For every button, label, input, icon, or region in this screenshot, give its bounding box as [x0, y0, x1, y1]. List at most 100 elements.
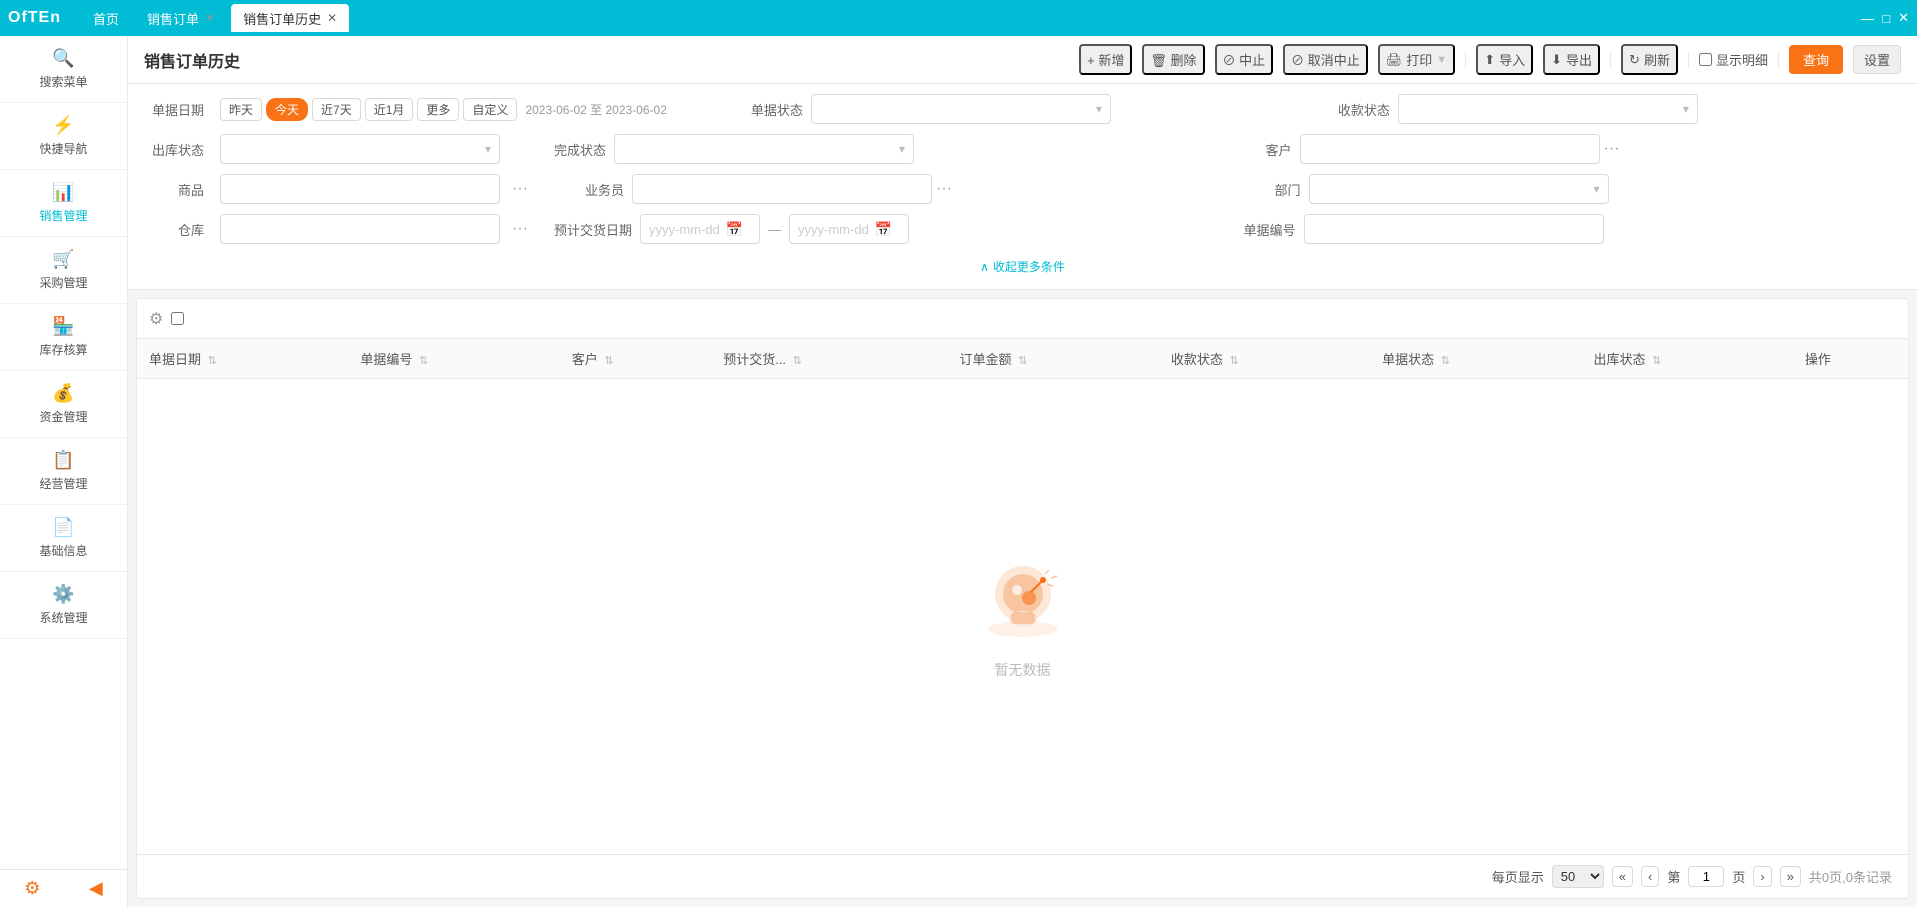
display-detail-checkbox[interactable] [1699, 53, 1712, 66]
customer-input[interactable] [1300, 134, 1600, 164]
import-icon: ⬆ [1484, 52, 1495, 68]
sidebar-item-system[interactable]: ⚙️ 系统管理 [0, 572, 127, 639]
print-btn[interactable]: 🖨 🖨 打印 打印 ▼ [1378, 44, 1455, 75]
toolbar: + 新增 🗑 删除 ⊘ 中止 ⊘ 取消中止 🖨 🖨 打印 打印 ▼ ⬆ 导入 ⬇… [1079, 44, 1901, 75]
prev-page-btn[interactable]: ‹ [1641, 866, 1659, 887]
customer-dots-btn[interactable]: ··· [1604, 140, 1620, 158]
delivery-start-input[interactable]: yyyy-mm-dd 📅 [640, 214, 760, 244]
page-total: 共0页,0条记录 [1809, 867, 1892, 886]
salesman-dots-btn[interactable]: ··· [936, 180, 952, 198]
warehouse-input[interactable] [220, 214, 500, 244]
col-amount: 订单金额 ⇅ [947, 339, 1158, 379]
goods-input[interactable] [220, 174, 500, 204]
refresh-btn[interactable]: ↻ 刷新 [1621, 44, 1678, 75]
outbound-label: 出库状态 [144, 140, 204, 159]
sidebar-item-quicknav-label: 快捷导航 [39, 140, 87, 157]
export-btn[interactable]: ⬇ 导出 [1543, 44, 1600, 75]
sort-delivery-icon[interactable]: ⇅ [793, 355, 802, 367]
sidebar-settings-btn[interactable]: ⚙ [24, 878, 40, 899]
sidebar-item-sales-label: 销售管理 [39, 207, 87, 224]
sidebar-item-search[interactable]: 🔍 搜索菜单 [0, 36, 127, 103]
date-btn-more[interactable]: 更多 [417, 98, 459, 121]
sidebar-item-purchase[interactable]: 🛒 采购管理 [0, 237, 127, 304]
goods-dots-btn[interactable]: ··· [512, 180, 528, 198]
sidebar-item-operations[interactable]: 📋 经营管理 [0, 438, 127, 505]
date-group: 昨天 今天 近7天 近1月 更多 自定义 2023-06-02 至 2023-0… [220, 98, 667, 121]
dept-chevron-icon: ▾ [1593, 182, 1599, 196]
brand-logo: OfTEn [8, 9, 61, 27]
page-size-select[interactable]: 50 10 20 100 [1552, 865, 1604, 888]
salesman-input[interactable] [632, 174, 932, 204]
sidebar-item-basic[interactable]: 📄 基础信息 [0, 505, 127, 572]
date-btn-today[interactable]: 今天 [266, 98, 308, 121]
sidebar-item-inventory-label: 库存核算 [39, 341, 87, 358]
date-btn-custom[interactable]: 自定义 [463, 98, 517, 121]
cancel-stop-btn[interactable]: ⊘ 取消中止 [1283, 44, 1368, 75]
sidebar-item-sales[interactable]: 📊 销售管理 [0, 170, 127, 237]
pagination: 每页显示 50 10 20 100 « ‹ 第 页 › » 共0页,0条记录 [137, 854, 1908, 898]
content-area: 销售订单历史 + 新增 🗑 删除 ⊘ 中止 ⊘ 取消中止 🖨 🖨 打印 打印 ▼… [128, 36, 1917, 907]
warehouse-dots-btn[interactable]: ··· [512, 220, 528, 238]
sort-payment-icon[interactable]: ⇅ [1229, 355, 1238, 367]
sort-customer-icon[interactable]: ⇅ [604, 355, 613, 367]
query-btn[interactable]: 查询 [1789, 45, 1843, 74]
new-btn[interactable]: + 新增 [1079, 44, 1132, 75]
sort-date-icon[interactable]: ⇅ [208, 355, 217, 367]
outbound-select[interactable]: ▾ [220, 134, 500, 164]
search-icon: 🔍 [52, 48, 74, 69]
date-btn-1month[interactable]: 近1月 [365, 98, 414, 121]
delivery-date-sep: — [768, 222, 781, 237]
tab-home[interactable]: 首页 [81, 4, 131, 32]
outbound-chevron-icon: ▾ [485, 142, 491, 156]
table-settings-icon[interactable]: ⚙ [149, 309, 163, 329]
select-all-checkbox[interactable] [171, 312, 184, 325]
filter-row-3: 商品 ··· 业务员 ··· 部门 ▾ [144, 174, 1901, 204]
dept-select[interactable]: ▾ [1309, 174, 1609, 204]
complete-select[interactable]: ▾ [614, 134, 914, 164]
inventory-icon: 🏪 [52, 316, 74, 337]
next-page-btn[interactable]: › [1753, 866, 1771, 887]
sort-amount-icon[interactable]: ⇅ [1018, 355, 1027, 367]
first-page-btn[interactable]: « [1612, 866, 1633, 887]
date-label: 单据日期 [144, 100, 204, 119]
empty-text: 暂无数据 [995, 660, 1051, 680]
page-number-input[interactable] [1688, 866, 1724, 887]
delete-btn[interactable]: 🗑 删除 [1142, 44, 1204, 75]
sidebar-item-basic-label: 基础信息 [39, 542, 87, 559]
filter-row-1: 单据日期 昨天 今天 近7天 近1月 更多 自定义 2023-06-02 至 2… [144, 94, 1901, 124]
tab-sales-order-close[interactable]: ✕ [205, 11, 215, 25]
close-btn-window[interactable]: ✕ [1898, 10, 1909, 26]
sidebar-collapse-btn[interactable]: ◀ [89, 878, 103, 899]
minimize-btn[interactable]: — [1861, 11, 1874, 26]
import-btn[interactable]: ⬆ 导入 [1476, 44, 1533, 75]
sidebar-item-quicknav[interactable]: ⚡ 快捷导航 [0, 103, 127, 170]
tab-sales-history-close[interactable]: ✕ [327, 11, 337, 25]
tab-sales-history[interactable]: 销售订单历史 ✕ [231, 4, 349, 32]
collapse-label: 收起更多条件 [993, 258, 1065, 275]
status-select[interactable]: ▾ [811, 94, 1111, 124]
table-header-row: 单据日期 ⇅ 单据编号 ⇅ 客户 ⇅ 预计交货... ⇅ 订单金额 ⇅ [137, 339, 1908, 379]
delivery-end-input[interactable]: yyyy-mm-dd 📅 [789, 214, 909, 244]
col-outbound-status: 出库状态 ⇅ [1582, 339, 1793, 379]
date-btn-yesterday[interactable]: 昨天 [220, 98, 262, 121]
payment-select[interactable]: ▾ [1398, 94, 1698, 124]
date-btn-7days[interactable]: 近7天 [312, 98, 361, 121]
settings-btn[interactable]: 设置 [1853, 45, 1901, 74]
last-page-btn[interactable]: » [1780, 866, 1801, 887]
display-detail-toggle[interactable]: 显示明细 [1699, 50, 1768, 69]
finance-icon: 💰 [52, 383, 74, 404]
system-icon: ⚙️ [52, 584, 74, 605]
maximize-btn[interactable]: □ [1882, 11, 1890, 26]
tab-sales-order[interactable]: 销售订单 ✕ [135, 4, 227, 32]
stop-btn[interactable]: ⊘ 中止 [1215, 44, 1274, 75]
date-range-display: 2023-06-02 至 2023-06-02 [525, 101, 666, 118]
collapse-btn[interactable]: ∧ 收起更多条件 [144, 254, 1901, 279]
toolbar-divider-4 [1778, 52, 1779, 68]
sidebar-item-finance[interactable]: 💰 资金管理 [0, 371, 127, 438]
sort-outbound-icon[interactable]: ⇅ [1652, 355, 1661, 367]
sort-number-icon[interactable]: ⇅ [419, 355, 428, 367]
page-label: 页 [1732, 867, 1745, 886]
order-no-input[interactable] [1304, 214, 1604, 244]
sidebar-item-inventory[interactable]: 🏪 库存核算 [0, 304, 127, 371]
sort-docstatus-icon[interactable]: ⇅ [1441, 355, 1450, 367]
